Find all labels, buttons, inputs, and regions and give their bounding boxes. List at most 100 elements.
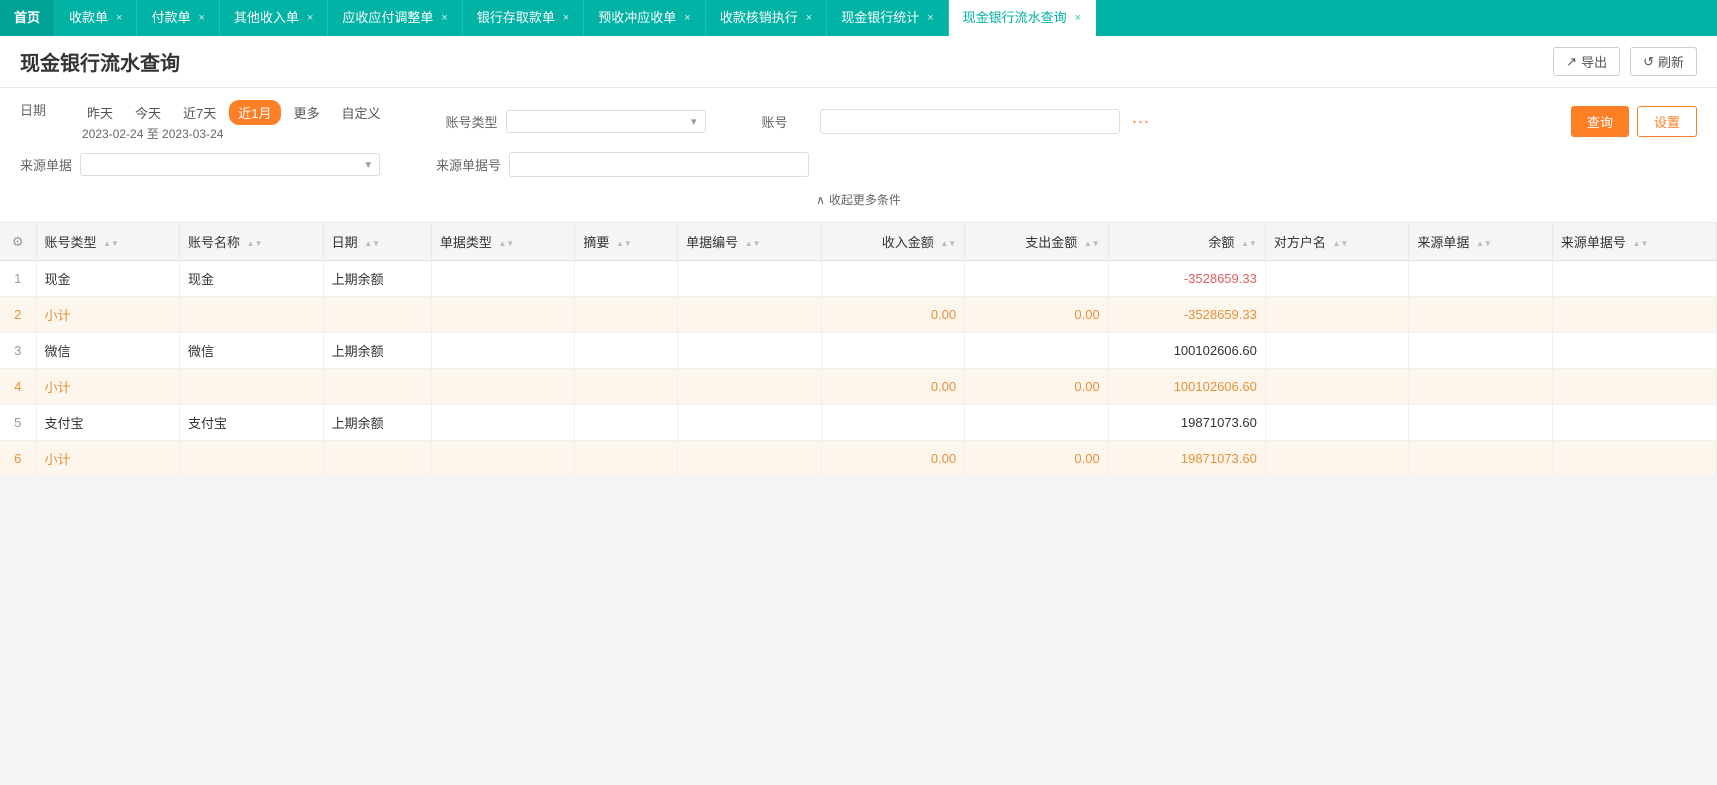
row-counterparty <box>1265 261 1409 297</box>
date-btn-more[interactable]: 更多 <box>285 100 329 125</box>
sort-icon-2[interactable]: ▲▼ <box>247 240 263 248</box>
col-account-type-label: 账号类型 <box>45 235 97 250</box>
row-expense <box>965 333 1109 369</box>
row-income <box>821 333 965 369</box>
col-account-type: 账号类型 ▲▼ <box>36 223 180 261</box>
refresh-icon: ↺ <box>1643 54 1654 70</box>
chevron-down-icon-2: ▾ <box>365 158 371 171</box>
table-row: 5 支付宝 支付宝 上期余额 19871073.60 <box>0 405 1717 441</box>
sort-icon[interactable]: ▲▼ <box>103 240 119 248</box>
row-summary <box>575 297 678 333</box>
row-counterparty <box>1265 297 1409 333</box>
nav-tab-close[interactable]: × <box>441 0 447 36</box>
row-expense: 0.00 <box>965 441 1109 477</box>
date-btn-yesterday[interactable]: 昨天 <box>78 100 122 125</box>
row-doc-no <box>678 441 822 477</box>
col-counterparty: 对方户名 ▲▼ <box>1265 223 1409 261</box>
col-expense: 支出金额 ▲▼ <box>965 223 1109 261</box>
nav-tab-close-active[interactable]: × <box>1075 0 1081 36</box>
sort-icon-10[interactable]: ▲▼ <box>1332 240 1348 248</box>
sort-icon-7[interactable]: ▲▼ <box>940 240 956 248</box>
nav-tab-liushui[interactable]: 现金银行流水查询 × <box>949 0 1096 36</box>
nav-tab-close[interactable]: × <box>116 0 122 36</box>
chevron-down-icon: ▾ <box>691 115 697 128</box>
date-btn-custom[interactable]: 自定义 <box>333 100 390 125</box>
nav-tab-close[interactable]: × <box>563 0 569 36</box>
refresh-button[interactable]: ↺ 刷新 <box>1630 47 1697 76</box>
nav-tab-label: 现金银行流水查询 <box>963 0 1067 36</box>
sort-icon-8[interactable]: ▲▼ <box>1084 240 1100 248</box>
date-btn-7days[interactable]: 近7天 <box>174 100 225 125</box>
nav-tab-close[interactable]: × <box>806 0 812 36</box>
row-num: 1 <box>0 261 36 297</box>
row-account-type: 支付宝 <box>36 405 180 441</box>
row-doc-no <box>678 369 822 405</box>
nav-tab-qita[interactable]: 其他收入单 × <box>220 0 328 36</box>
source-doc-select[interactable]: ▾ <box>80 153 380 176</box>
row-account-type: 现金 <box>36 261 180 297</box>
date-btn-1month[interactable]: 近1月 <box>229 100 280 125</box>
export-button[interactable]: ↗ 导出 <box>1553 47 1620 76</box>
table-area: ⚙ 账号类型 ▲▼ 账号名称 ▲▼ 日期 ▲▼ 单据类型 ▲▼ <box>0 223 1717 477</box>
sort-icon-12[interactable]: ▲▼ <box>1633 240 1649 248</box>
collapse-label: 收起更多条件 <box>829 191 901 208</box>
row-account-name <box>180 369 324 405</box>
data-table: ⚙ 账号类型 ▲▼ 账号名称 ▲▼ 日期 ▲▼ 单据类型 ▲▼ <box>0 223 1717 477</box>
filter-row-date: 日期 昨天 今天 近7天 近1月 更多 自定义 2023-02-24 至 202… <box>20 100 1697 142</box>
row-counterparty <box>1265 369 1409 405</box>
row-date: 上期余额 <box>323 261 431 297</box>
row-income: 0.00 <box>821 297 965 333</box>
row-num: 3 <box>0 333 36 369</box>
export-icon: ↗ <box>1566 54 1577 70</box>
nav-tab-close[interactable]: × <box>684 0 690 36</box>
nav-tab-label: 其他收入单 <box>234 0 299 36</box>
sort-icon-9[interactable]: ▲▼ <box>1241 240 1257 248</box>
account-input[interactable] <box>820 109 1120 134</box>
row-balance: 100102606.60 <box>1108 333 1265 369</box>
sort-icon-5[interactable]: ▲▼ <box>616 240 632 248</box>
nav-tab-close[interactable]: × <box>198 0 204 36</box>
row-source-doc <box>1409 333 1553 369</box>
nav-tab-yinhang[interactable]: 银行存取款单 × <box>463 0 584 36</box>
table-row: 1 现金 现金 上期余额 -3528659.33 <box>0 261 1717 297</box>
sort-icon-11[interactable]: ▲▼ <box>1476 240 1492 248</box>
row-summary <box>575 369 678 405</box>
date-range: 2023-02-24 至 2023-03-24 <box>82 125 390 142</box>
row-account-type: 小计 <box>36 369 180 405</box>
row-counterparty <box>1265 441 1409 477</box>
nav-tab-tongji[interactable]: 现金银行统计 × <box>827 0 948 36</box>
row-doc-type <box>431 405 575 441</box>
sort-icon-3[interactable]: ▲▼ <box>364 240 380 248</box>
nav-tab-close[interactable]: × <box>307 0 313 36</box>
row-account-name: 支付宝 <box>180 405 324 441</box>
account-type-select[interactable]: ▾ <box>506 110 706 133</box>
row-doc-type <box>431 333 575 369</box>
account-label: 账号 <box>762 112 812 131</box>
col-gear[interactable]: ⚙ <box>0 223 36 261</box>
date-btn-today[interactable]: 今天 <box>126 100 170 125</box>
account-dots[interactable]: ··· <box>1132 111 1150 132</box>
collapse-bar[interactable]: ∧ 收起更多条件 <box>20 187 1697 214</box>
nav-tab-close[interactable]: × <box>927 0 933 36</box>
nav-home[interactable]: 首页 <box>0 0 55 36</box>
sort-icon-4[interactable]: ▲▼ <box>498 240 514 248</box>
nav-tab-fukuan[interactable]: 付款单 × <box>137 0 219 36</box>
row-date: 上期余额 <box>323 333 431 369</box>
source-doc-no-label: 来源单据号 <box>436 155 501 174</box>
source-doc-no-input[interactable] <box>509 152 809 177</box>
col-source-doc: 来源单据 ▲▼ <box>1409 223 1553 261</box>
row-doc-no <box>678 297 822 333</box>
settings-button[interactable]: 设置 <box>1637 106 1697 137</box>
row-account-name: 现金 <box>180 261 324 297</box>
sort-icon-6[interactable]: ▲▼ <box>745 240 761 248</box>
nav-tab-tiaozheng[interactable]: 应收应付调整单 × <box>328 0 462 36</box>
row-income: 0.00 <box>821 369 965 405</box>
nav-tab-label: 应收应付调整单 <box>342 0 433 36</box>
nav-tab-hexiao[interactable]: 收款核销执行 × <box>706 0 827 36</box>
nav-tab-yushou[interactable]: 预收冲应收单 × <box>584 0 705 36</box>
row-account-name: 微信 <box>180 333 324 369</box>
row-source-doc <box>1409 405 1553 441</box>
query-button[interactable]: 查询 <box>1571 106 1629 137</box>
nav-tab-label: 预收冲应收单 <box>598 0 676 36</box>
nav-tab-shoukuan[interactable]: 收款单 × <box>55 0 137 36</box>
